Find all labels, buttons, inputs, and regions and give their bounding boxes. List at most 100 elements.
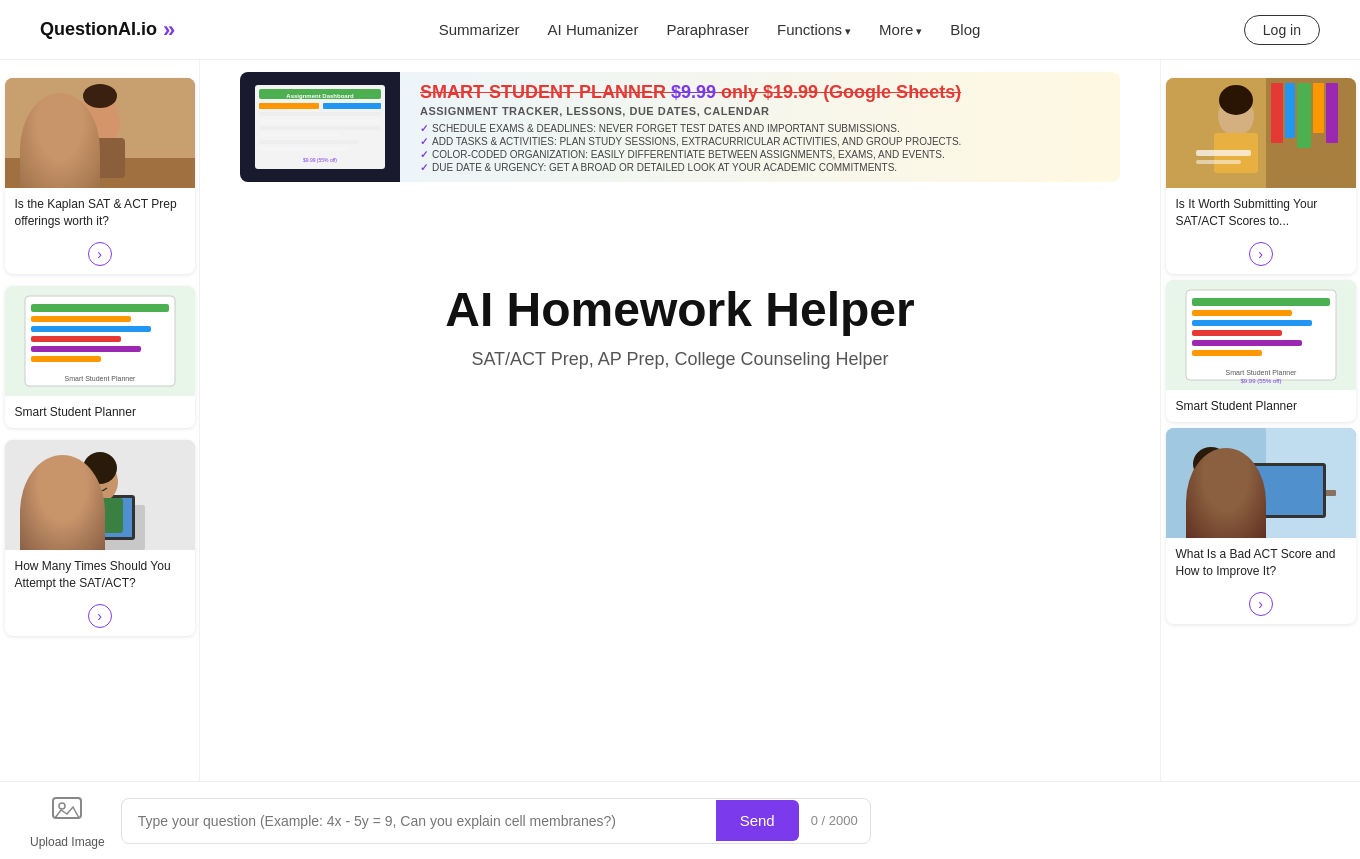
svg-rect-51 [1192, 298, 1330, 306]
card-how-many[interactable]: How Many Times Should You Attempt the SA… [5, 440, 195, 636]
card-kaplan-image [5, 78, 195, 188]
svg-point-45 [1219, 85, 1253, 115]
svg-rect-52 [1192, 310, 1292, 316]
login-button[interactable]: Log in [1244, 15, 1320, 45]
card-kaplan-arrow[interactable]: › [88, 242, 112, 266]
card-planner-right-image: Smart Student Planner $9.99 (55% off) [1166, 280, 1356, 390]
svg-rect-9 [31, 304, 169, 312]
svg-rect-29 [259, 112, 381, 116]
svg-rect-66 [1188, 496, 1234, 526]
svg-text:Smart Student Planner: Smart Student Planner [1225, 369, 1296, 376]
svg-rect-10 [31, 316, 131, 322]
svg-rect-48 [1196, 160, 1241, 164]
card-planner-right[interactable]: Smart Student Planner $9.99 (55% off) Sm… [1166, 280, 1356, 423]
card-bad-act[interactable]: What Is a Bad ACT Score and How to Impro… [1166, 428, 1356, 624]
svg-rect-41 [1297, 83, 1311, 148]
svg-point-65 [1193, 447, 1229, 481]
svg-rect-28 [323, 103, 381, 109]
card-planner-left-title: Smart Student Planner [5, 396, 195, 429]
svg-rect-11 [31, 326, 151, 332]
nav-paraphraser[interactable]: Paraphraser [666, 21, 749, 38]
svg-rect-32 [259, 133, 339, 137]
nav-summarizer[interactable]: Summarizer [439, 21, 520, 38]
nav-blog[interactable]: Blog [950, 21, 980, 38]
svg-text:Assignment Dashboard: Assignment Dashboard [286, 93, 354, 99]
svg-rect-30 [259, 119, 381, 123]
card-kaplan[interactable]: Is the Kaplan SAT & ACT Prep offerings w… [5, 78, 195, 274]
svg-point-6 [83, 84, 117, 108]
svg-rect-27 [259, 103, 319, 109]
svg-rect-34 [259, 147, 349, 151]
banner-feature-4: DUE DATE & URGENCY: GET A BROAD OR DETAI… [420, 162, 1100, 173]
svg-rect-14 [31, 356, 101, 362]
upload-image-button[interactable]: Upload Image [30, 792, 105, 849]
nav-more[interactable]: More [879, 21, 922, 38]
svg-rect-54 [1192, 330, 1282, 336]
card-worth-submitting-arrow[interactable]: › [1249, 242, 1273, 266]
banner-features: SCHEDULE EXAMS & DEADLINES: NEVER FORGET… [420, 123, 1100, 173]
center-area: Assignment Dashboard $9.99 (55% off) SMA… [200, 60, 1160, 859]
upload-icon [51, 792, 83, 831]
navbar: QuestionAI.io » Summarizer AI Humanizer … [0, 0, 1360, 60]
nav-ai-humanizer[interactable]: AI Humanizer [548, 21, 639, 38]
sidebar-left: Is the Kaplan SAT & ACT Prep offerings w… [0, 60, 200, 859]
logo-text: QuestionAI.io [40, 19, 157, 40]
svg-rect-13 [31, 346, 141, 352]
upload-label: Upload Image [30, 835, 105, 849]
hero-subtitle: SAT/ACT Prep, AP Prep, College Counselin… [471, 349, 888, 370]
card-planner-right-title: Smart Student Planner [1166, 390, 1356, 423]
question-input-wrap: Send 0 / 2000 [121, 798, 871, 844]
svg-point-64 [1191, 458, 1231, 502]
svg-rect-39 [1271, 83, 1283, 143]
card-how-many-arrow[interactable]: › [88, 604, 112, 628]
page-wrap: Is the Kaplan SAT & ACT Prep offerings w… [0, 0, 1360, 859]
char-count: 0 / 2000 [799, 813, 870, 828]
nav-functions[interactable]: Functions [777, 21, 851, 38]
svg-text:$9.99 (55% off): $9.99 (55% off) [303, 157, 337, 163]
svg-text:Smart Student Planner: Smart Student Planner [64, 375, 135, 382]
svg-point-67 [1218, 480, 1238, 496]
svg-rect-55 [1192, 340, 1302, 346]
send-button[interactable]: Send [716, 800, 799, 841]
hero-section: AI Homework Helper SAT/ACT Prep, AP Prep… [425, 202, 934, 410]
banner-content: SMART STUDENT PLANNER $9.99 only $19.99 … [400, 72, 1120, 182]
svg-rect-33 [259, 140, 359, 144]
svg-point-2 [37, 145, 93, 181]
bottom-bar: Upload Image Send 0 / 2000 [0, 781, 1360, 859]
nav-links: Summarizer AI Humanizer Paraphraser Func… [439, 21, 981, 38]
card-bad-act-image [1166, 428, 1356, 538]
banner-image: Assignment Dashboard $9.99 (55% off) [240, 72, 400, 182]
card-how-many-title: How Many Times Should You Attempt the SA… [5, 550, 195, 600]
logo[interactable]: QuestionAI.io » [40, 17, 175, 43]
banner-title: SMART STUDENT PLANNER $9.99 only $19.99 … [420, 82, 1100, 103]
svg-text:$9.99 (55% off): $9.99 (55% off) [1240, 378, 1281, 384]
card-worth-submitting[interactable]: Is It Worth Submitting Your SAT/ACT Scor… [1166, 78, 1356, 274]
svg-point-69 [59, 803, 65, 809]
svg-rect-43 [1326, 83, 1338, 143]
logo-icon: » [163, 17, 175, 43]
svg-rect-42 [1313, 83, 1324, 133]
card-bad-act-title: What Is a Bad ACT Score and How to Impro… [1166, 538, 1356, 588]
svg-rect-40 [1285, 83, 1295, 138]
svg-rect-63 [1239, 466, 1323, 515]
banner-feature-1: SCHEDULE EXAMS & DEADLINES: NEVER FORGET… [420, 123, 1100, 134]
banner-subtitle: ASSIGNMENT TRACKER, LESSONS, DUE DATES, … [420, 105, 1100, 117]
sidebar-right: Is It Worth Submitting Your SAT/ACT Scor… [1160, 60, 1360, 859]
card-worth-submitting-image [1166, 78, 1356, 188]
card-how-many-image [5, 440, 195, 550]
svg-rect-56 [1192, 350, 1262, 356]
question-input[interactable] [122, 799, 716, 843]
card-planner-left-image: Smart Student Planner [5, 286, 195, 396]
svg-rect-47 [1196, 150, 1251, 156]
card-planner-left[interactable]: Smart Student Planner Smart Student Plan… [5, 286, 195, 429]
card-bad-act-arrow[interactable]: › [1249, 592, 1273, 616]
svg-rect-4 [75, 138, 125, 178]
promo-banner[interactable]: Assignment Dashboard $9.99 (55% off) SMA… [240, 72, 1120, 182]
svg-rect-12 [31, 336, 121, 342]
banner-feature-2: ADD TASKS & ACTIVITIES: PLAN STUDY SESSI… [420, 136, 1100, 147]
svg-rect-31 [259, 126, 381, 130]
banner-feature-3: COLOR-CODED ORGANIZATION: EASILY DIFFERE… [420, 149, 1100, 160]
card-kaplan-title: Is the Kaplan SAT & ACT Prep offerings w… [5, 188, 195, 238]
hero-title: AI Homework Helper [445, 282, 914, 337]
svg-rect-22 [77, 498, 123, 533]
